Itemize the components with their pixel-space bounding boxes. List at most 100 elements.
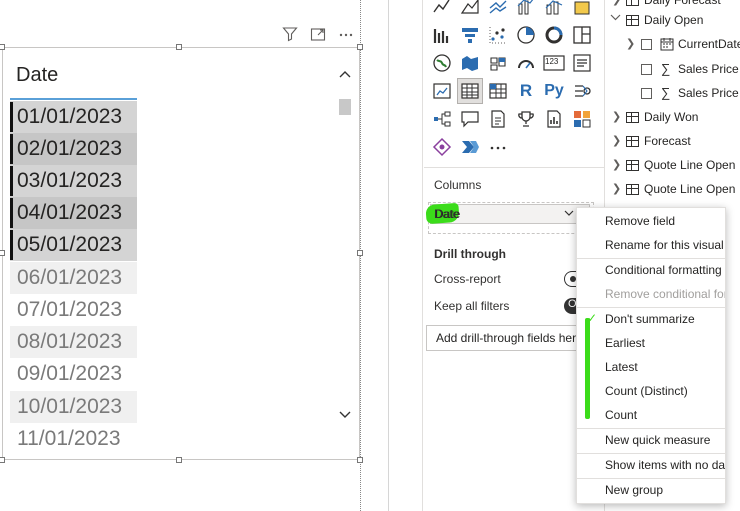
drill-through-title: Drill through xyxy=(434,247,506,261)
menu-item-show-items-no-data[interactable]: Show items with no data xyxy=(605,458,725,472)
table-row[interactable]: 02/01/2023 xyxy=(10,133,137,165)
decomposition-tree-icon[interactable] xyxy=(430,107,454,131)
menu-item-new-quick-measure[interactable]: New quick measure xyxy=(605,433,710,447)
menu-item-rename[interactable]: Rename for this visual xyxy=(605,238,724,252)
menu-item-latest[interactable]: Latest xyxy=(605,360,638,374)
chevron-down-icon[interactable] xyxy=(563,206,575,224)
donut-chart-icon[interactable] xyxy=(542,23,566,47)
chevron-right-icon[interactable]: ❯ xyxy=(612,131,621,151)
focus-mode-icon[interactable] xyxy=(310,26,328,44)
waterfall-chart-icon[interactable] xyxy=(430,23,454,47)
shape-map-icon[interactable] xyxy=(486,51,510,75)
filled-map-icon[interactable] xyxy=(458,51,482,75)
chevron-right-icon[interactable]: ❯ xyxy=(626,34,635,54)
more-visuals-icon[interactable] xyxy=(486,135,510,159)
menu-item-earliest[interactable]: Earliest xyxy=(605,336,645,350)
table-row[interactable]: 08/01/2023 xyxy=(10,326,137,358)
matrix-icon[interactable] xyxy=(486,79,510,103)
resize-handle[interactable] xyxy=(357,457,363,463)
table-row[interactable]: 07/01/2023 xyxy=(10,294,137,326)
kpi-icon[interactable] xyxy=(430,79,454,103)
table-visual-icon[interactable] xyxy=(457,78,483,104)
table-row[interactable]: 11/01/2023 xyxy=(10,423,137,455)
menu-item-count[interactable]: Count xyxy=(605,408,637,422)
paginated-report-icon[interactable] xyxy=(542,107,566,131)
resize-handle[interactable] xyxy=(0,250,5,256)
key-influencers-icon[interactable] xyxy=(570,79,594,103)
line-clustered-column-icon[interactable] xyxy=(514,0,538,18)
resize-handle[interactable] xyxy=(176,44,182,50)
field-table-daily-forecast[interactable]: ❯ Daily Forecast xyxy=(610,0,740,10)
field-sales-price[interactable]: ∑ Sales Price xyxy=(624,59,740,79)
resize-handle[interactable] xyxy=(0,44,5,50)
field-table-forecast[interactable]: ❯ Forecast xyxy=(610,131,740,151)
chevron-right-icon[interactable]: ❯ xyxy=(612,179,621,199)
smart-narrative-icon[interactable] xyxy=(486,107,510,131)
goals-trophy-icon[interactable] xyxy=(514,107,538,131)
python-visual-icon[interactable]: Py xyxy=(542,79,566,103)
ribbon-chart-icon[interactable] xyxy=(570,0,594,18)
table-row[interactable]: 09/01/2023 xyxy=(10,358,137,390)
table-row[interactable]: 10/01/2023 xyxy=(10,391,137,423)
field-label: Daily Open xyxy=(644,13,704,27)
resize-handle[interactable] xyxy=(357,250,363,256)
r-script-visual-icon[interactable]: R xyxy=(514,79,538,103)
qa-visual-icon[interactable] xyxy=(458,107,482,131)
field-checkbox[interactable] xyxy=(641,39,652,50)
table-row[interactable]: 05/01/2023 xyxy=(10,229,137,261)
resize-handle[interactable] xyxy=(357,44,363,50)
scroll-up-button[interactable] xyxy=(337,67,353,83)
field-table-daily-won[interactable]: ❯ Daily Won xyxy=(610,107,740,127)
line-stacked-column-icon[interactable] xyxy=(542,0,566,18)
table-row[interactable]: 03/01/2023 xyxy=(10,165,137,197)
card-icon[interactable]: 123 xyxy=(542,51,566,75)
table-row[interactable]: 04/01/2023 xyxy=(10,197,137,229)
multi-row-card-icon[interactable] xyxy=(570,51,594,75)
cross-report-label: Cross-report xyxy=(434,272,501,286)
field-checkbox[interactable] xyxy=(641,64,652,75)
map-icon[interactable] xyxy=(430,51,454,75)
gauge-icon[interactable] xyxy=(514,51,538,75)
menu-item-remove-field[interactable]: Remove field xyxy=(605,214,675,228)
table-row[interactable]: 01/01/2023 xyxy=(10,101,137,133)
field-label: Daily Won xyxy=(644,110,699,124)
field-current-date[interactable]: ❯ CurrentDate xyxy=(624,34,740,54)
scrollbar-thumb[interactable] xyxy=(339,99,351,115)
field-table-daily-open[interactable]: Daily Open xyxy=(610,10,740,30)
pane-separator xyxy=(424,167,604,168)
menu-item-dont-summarize[interactable]: Don't summarize xyxy=(605,312,695,326)
chevron-right-icon[interactable]: ❯ xyxy=(612,0,621,10)
column-header-date[interactable]: Date xyxy=(10,54,137,100)
menu-item-conditional-formatting[interactable]: Conditional formatting xyxy=(605,263,722,277)
more-options-icon[interactable] xyxy=(338,26,356,44)
columns-label: Columns xyxy=(434,178,482,192)
menu-item-count-distinct[interactable]: Count (Distinct) xyxy=(605,384,688,398)
scroll-down-button[interactable] xyxy=(337,408,353,424)
resize-handle[interactable] xyxy=(176,457,182,463)
field-table-quote-line-open[interactable]: ❯ Quote Line Open xyxy=(610,155,740,175)
power-automate-icon[interactable] xyxy=(458,135,482,159)
funnel-icon[interactable] xyxy=(458,23,482,47)
power-apps-diamond-icon[interactable] xyxy=(430,135,454,159)
field-sales-price[interactable]: ∑ Sales Price xyxy=(624,83,740,103)
chevron-right-icon[interactable]: ❯ xyxy=(612,155,621,175)
r-label: R xyxy=(519,81,533,100)
treemap-icon[interactable] xyxy=(570,23,594,47)
power-apps-icon[interactable] xyxy=(570,107,594,131)
field-table-quote-line-open[interactable]: ❯ Quote Line Open xyxy=(610,179,740,199)
scatter-chart-icon[interactable] xyxy=(486,23,510,47)
python-label: Py xyxy=(544,82,564,99)
line-chart-icon[interactable] xyxy=(430,0,454,18)
menu-separator xyxy=(577,258,725,259)
field-checkbox[interactable] xyxy=(641,88,652,99)
field-label: Quote Line Open xyxy=(644,158,736,172)
pie-chart-icon[interactable] xyxy=(514,23,538,47)
resize-handle[interactable] xyxy=(0,457,5,463)
area-chart-icon[interactable] xyxy=(458,0,482,18)
chevron-down-icon[interactable] xyxy=(610,10,621,30)
menu-item-new-group[interactable]: New group xyxy=(605,483,663,497)
table-row[interactable]: 06/01/2023 xyxy=(10,262,137,294)
stacked-area-icon[interactable] xyxy=(486,0,510,18)
filter-icon[interactable] xyxy=(282,26,300,44)
chevron-right-icon[interactable]: ❯ xyxy=(612,107,621,127)
